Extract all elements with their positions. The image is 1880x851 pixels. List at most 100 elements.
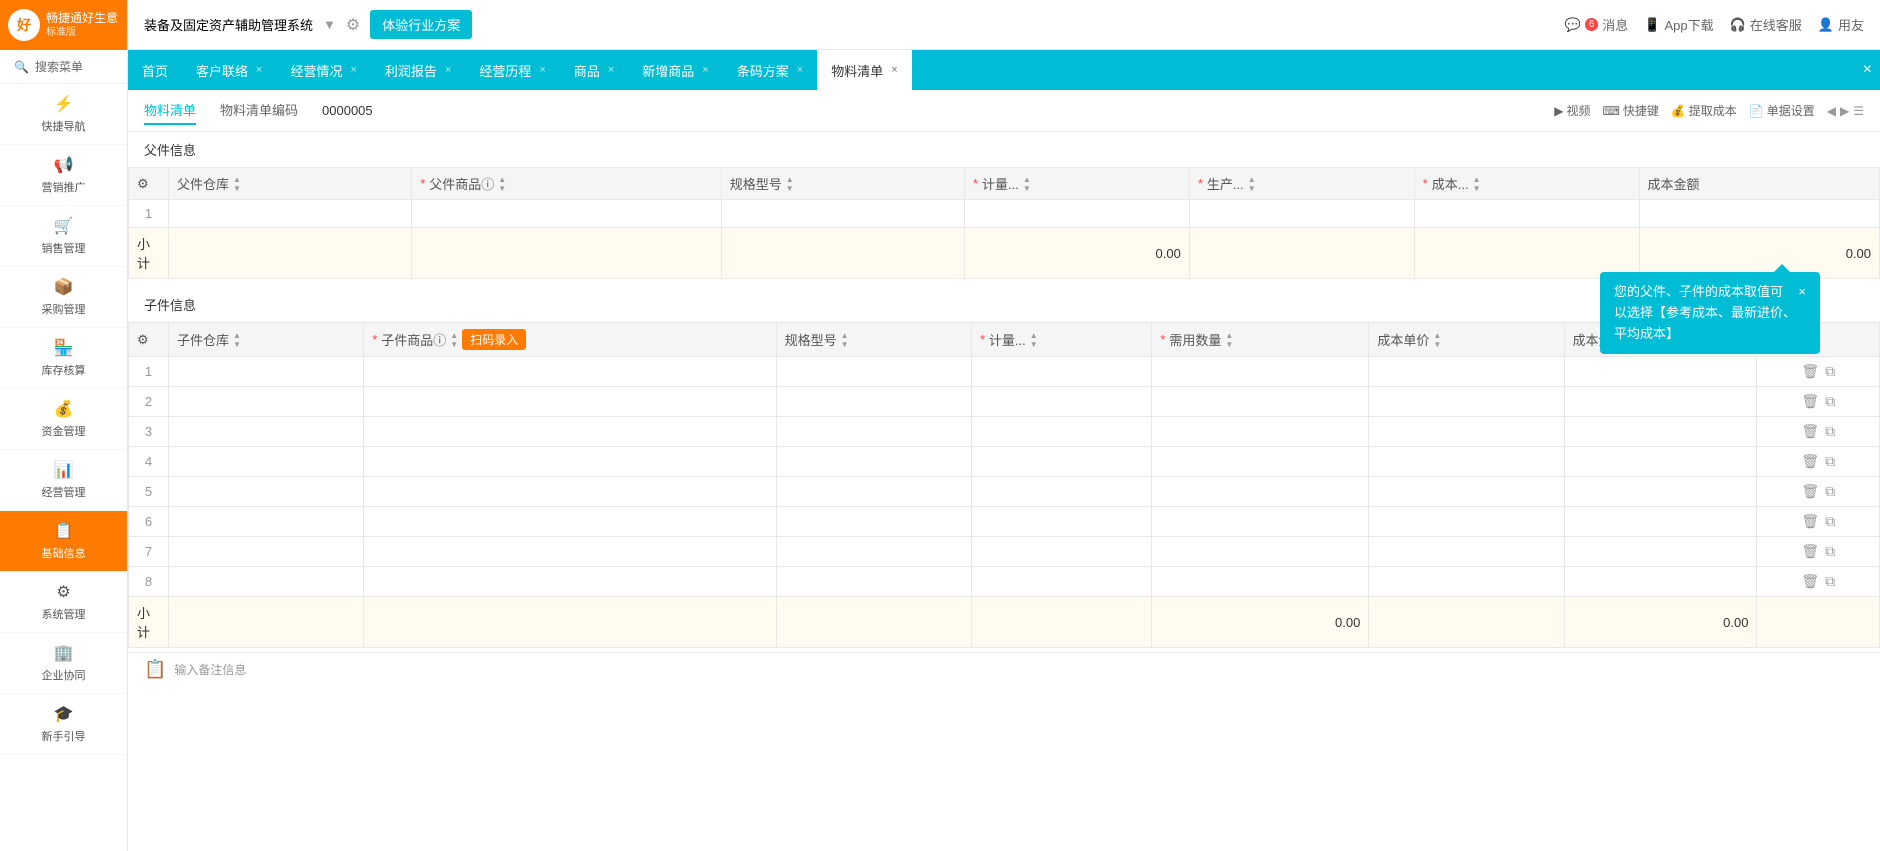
child-row-3-spec[interactable] xyxy=(776,417,971,447)
child-row-7-unit[interactable] xyxy=(971,537,1151,567)
child-row-3-copy[interactable]: ⧉ xyxy=(1825,423,1835,440)
child-spec-sort[interactable]: ▲▼ xyxy=(841,331,849,349)
parent-goods-sort[interactable]: ▲▼ xyxy=(498,175,506,193)
settings-icon[interactable]: ⚙ xyxy=(346,15,360,35)
sidebar-item-system[interactable]: ⚙ 系统管理 xyxy=(0,572,127,633)
parent-row-1-goods[interactable] xyxy=(412,200,722,228)
child-row-4-delete[interactable]: 🗑 xyxy=(1801,453,1819,470)
doc-settings-action[interactable]: 📄 单据设置 xyxy=(1749,102,1815,119)
child-row-3-warehouse[interactable] xyxy=(169,417,364,447)
dropdown-icon[interactable]: ▼ xyxy=(323,17,336,32)
child-row-5-warehouse[interactable] xyxy=(169,477,364,507)
child-row-6-goods[interactable] xyxy=(364,507,776,537)
parent-col-settings[interactable]: ⚙ xyxy=(129,168,169,200)
child-row-8-delete[interactable]: 🗑 xyxy=(1801,573,1819,590)
child-row-3-cost-amount[interactable] xyxy=(1564,417,1757,447)
parent-cost-sort[interactable]: ▲▼ xyxy=(1473,175,1481,193)
child-row-7-warehouse[interactable] xyxy=(169,537,364,567)
child-row-8-goods[interactable] xyxy=(364,567,776,597)
child-row-1-unit-cost[interactable] xyxy=(1369,357,1564,387)
tab-history-close[interactable]: × xyxy=(539,64,545,76)
child-row-6-copy[interactable]: ⧉ xyxy=(1825,513,1835,530)
child-row-2-cost-amount[interactable] xyxy=(1564,387,1757,417)
scan-button[interactable]: 扫码录入 xyxy=(462,329,526,350)
tab-bom-close[interactable]: × xyxy=(891,64,897,76)
tab-goods-close[interactable]: × xyxy=(608,64,614,76)
child-row-5-cost-amount[interactable] xyxy=(1564,477,1757,507)
app-download-button[interactable]: 📱 App下载 xyxy=(1644,15,1713,34)
child-row-2-spec[interactable] xyxy=(776,387,971,417)
child-row-5-delete[interactable]: 🗑 xyxy=(1801,483,1819,500)
child-row-8-cost-amount[interactable] xyxy=(1564,567,1757,597)
tab-barcode[interactable]: 条码方案 × xyxy=(723,50,817,90)
child-row-8-copy[interactable]: ⧉ xyxy=(1825,573,1835,590)
sidebar-item-sales[interactable]: 🛒 销售管理 xyxy=(0,206,127,267)
parent-row-1-warehouse[interactable] xyxy=(169,200,412,228)
bottom-text[interactable]: 输入备注信息 xyxy=(174,661,246,678)
sub-tab-bom-code[interactable]: 物料清单编码 xyxy=(220,96,298,125)
sidebar-item-operation[interactable]: 📊 经营管理 xyxy=(0,450,127,511)
child-row-1-unit[interactable] xyxy=(971,357,1151,387)
child-row-2-unit[interactable] xyxy=(971,387,1151,417)
parent-unit-sort[interactable]: ▲▼ xyxy=(1023,175,1031,193)
child-row-7-delete[interactable]: 🗑 xyxy=(1801,543,1819,560)
child-row-5-unit-cost[interactable] xyxy=(1369,477,1564,507)
tab-history[interactable]: 经营历程 × xyxy=(465,50,559,90)
child-unit-cost-sort[interactable]: ▲▼ xyxy=(1433,331,1441,349)
child-row-1-goods[interactable] xyxy=(364,357,776,387)
tab-bom[interactable]: 物料清单 × xyxy=(817,50,911,90)
child-row-5-spec[interactable] xyxy=(776,477,971,507)
child-row-3-qty[interactable] xyxy=(1152,417,1369,447)
tab-home[interactable]: 首页 xyxy=(128,50,182,90)
tab-newgoods[interactable]: 新增商品 × xyxy=(628,50,722,90)
child-row-1-delete[interactable]: 🗑 xyxy=(1801,363,1819,380)
child-row-6-delete[interactable]: 🗑 xyxy=(1801,513,1819,530)
child-row-2-delete[interactable]: 🗑 xyxy=(1801,393,1819,410)
child-qty-sort[interactable]: ▲▼ xyxy=(1225,331,1233,349)
online-service-button[interactable]: 🎧 在线客服 xyxy=(1730,15,1802,34)
tab-customers[interactable]: 客户联络 × xyxy=(182,50,276,90)
child-row-2-goods[interactable] xyxy=(364,387,776,417)
child-row-4-goods[interactable] xyxy=(364,447,776,477)
parent-produce-sort[interactable]: ▲▼ xyxy=(1248,175,1256,193)
child-row-5-goods[interactable] xyxy=(364,477,776,507)
child-unit-sort[interactable]: ▲▼ xyxy=(1030,331,1038,349)
child-row-7-cost-amount[interactable] xyxy=(1564,537,1757,567)
parent-row-1-unit[interactable] xyxy=(964,200,1189,228)
child-row-4-qty[interactable] xyxy=(1152,447,1369,477)
child-row-1-qty[interactable] xyxy=(1152,357,1369,387)
sidebar-item-inventory[interactable]: 🏪 库存核算 xyxy=(0,328,127,389)
child-warehouse-sort[interactable]: ▲▼ xyxy=(233,331,241,349)
child-row-7-copy[interactable]: ⧉ xyxy=(1825,543,1835,560)
sub-tab-bom[interactable]: 物料清单 xyxy=(144,96,196,125)
child-row-4-unit[interactable] xyxy=(971,447,1151,477)
tab-newgoods-close[interactable]: × xyxy=(702,64,708,76)
sidebar-item-purchase[interactable]: 📦 采购管理 xyxy=(0,267,127,328)
shortcut-action[interactable]: ⌨ 快捷键 xyxy=(1602,102,1658,119)
child-row-3-unit[interactable] xyxy=(971,417,1151,447)
child-row-7-spec[interactable] xyxy=(776,537,971,567)
child-row-1-warehouse[interactable] xyxy=(169,357,364,387)
sidebar-item-finance[interactable]: 💰 资金管理 xyxy=(0,389,127,450)
child-row-2-copy[interactable]: ⧉ xyxy=(1825,393,1835,410)
tab-profit-close[interactable]: × xyxy=(445,64,451,76)
parent-row-1-cost-amount[interactable] xyxy=(1639,200,1879,228)
child-row-8-unit-cost[interactable] xyxy=(1369,567,1564,597)
tab-close-all[interactable]: × xyxy=(1855,61,1880,79)
video-action[interactable]: ▶ 视频 xyxy=(1554,102,1590,119)
sidebar-item-marketing[interactable]: 📢 营销推广 xyxy=(0,145,127,206)
menu-icon[interactable]: ☰ xyxy=(1853,104,1864,118)
child-row-8-spec[interactable] xyxy=(776,567,971,597)
tab-customers-close[interactable]: × xyxy=(256,64,262,76)
user-menu[interactable]: 👤 用友 xyxy=(1818,15,1864,34)
sidebar-item-basic[interactable]: 📋 基础信息 xyxy=(0,511,127,572)
parent-warehouse-sort[interactable]: ▲▼ xyxy=(233,175,241,193)
child-row-5-copy[interactable]: ⧉ xyxy=(1825,483,1835,500)
experience-button[interactable]: 体验行业方案 xyxy=(370,10,472,39)
child-col-settings[interactable]: ⚙ xyxy=(129,323,169,357)
child-row-7-goods[interactable] xyxy=(364,537,776,567)
sidebar-item-guide[interactable]: 🎓 新手引导 xyxy=(0,694,127,755)
next-arrow[interactable]: ▶ xyxy=(1840,104,1849,118)
child-row-1-spec[interactable] xyxy=(776,357,971,387)
child-row-4-unit-cost[interactable] xyxy=(1369,447,1564,477)
